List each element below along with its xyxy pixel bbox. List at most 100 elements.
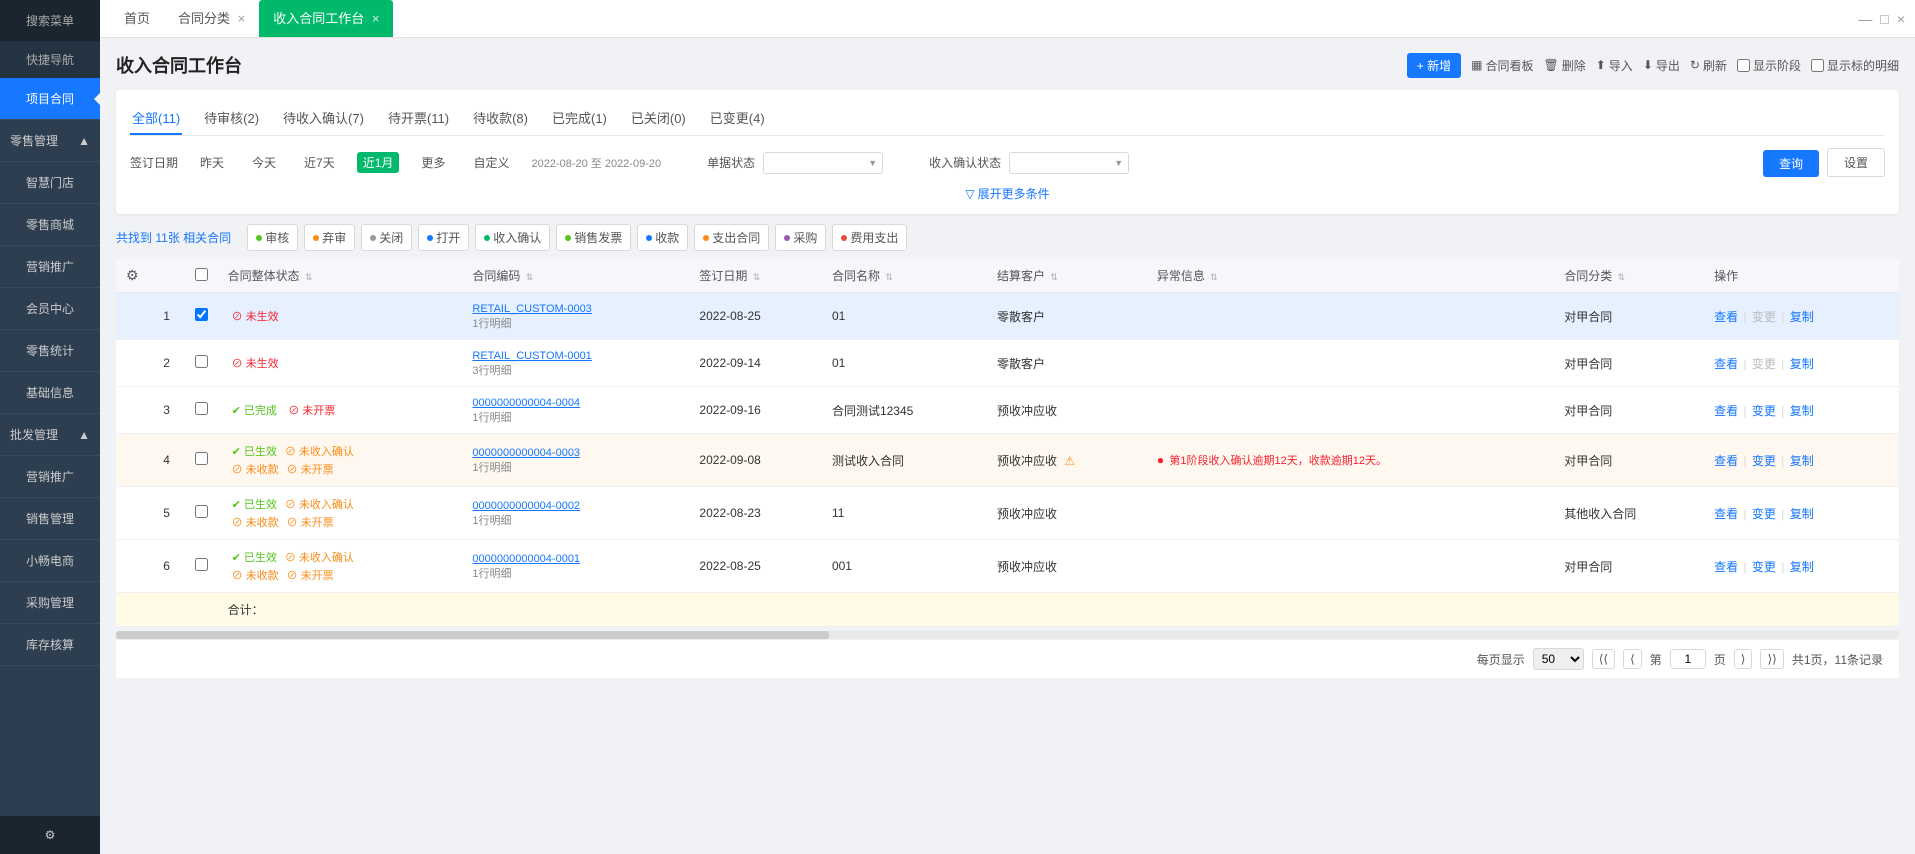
sidebar-settings[interactable]: ⚙	[0, 816, 100, 854]
sidebar-item-retail-mgmt[interactable]: 零售管理 ▲	[0, 120, 100, 162]
sort-contract-type[interactable]: ⇅	[1618, 272, 1626, 282]
sidebar-item-retail-mall[interactable]: 零售商城	[0, 204, 100, 246]
tab-income-workbench-close[interactable]: ×	[372, 11, 380, 26]
date-more[interactable]: 更多	[415, 152, 451, 173]
show-marked-checkbox[interactable]: 显示标的明细	[1811, 57, 1899, 74]
import-button[interactable]: ⬆ 导入	[1596, 57, 1633, 74]
date-today[interactable]: 今天	[246, 152, 282, 173]
sidebar-item-marketing[interactable]: 营销推广	[0, 246, 100, 288]
action-review[interactable]: 审核	[247, 224, 298, 251]
doc-status-select[interactable]	[763, 152, 883, 174]
row1-checkbox[interactable]	[195, 308, 208, 321]
row5-copy[interactable]: 复制	[1790, 507, 1814, 521]
tab-contract-cat[interactable]: 合同分类 ×	[164, 0, 259, 37]
action-close[interactable]: 关闭	[361, 224, 412, 251]
sort-exception-info[interactable]: ⇅	[1210, 272, 1218, 282]
sidebar-item-smart-store[interactable]: 智慧门店	[0, 162, 100, 204]
row4-code-link[interactable]: 0000000000004-0003	[472, 447, 580, 459]
row2-checkbox[interactable]	[195, 355, 208, 368]
row4-copy[interactable]: 复制	[1790, 454, 1814, 468]
show-stages-checkbox[interactable]: 显示阶段	[1737, 57, 1801, 74]
date-last1month[interactable]: 近1月	[357, 152, 400, 173]
sidebar-item-purchase[interactable]: 采购管理	[0, 582, 100, 624]
row6-copy[interactable]: 复制	[1790, 560, 1814, 574]
row3-change[interactable]: 变更	[1752, 404, 1776, 418]
row3-checkbox[interactable]	[195, 402, 208, 415]
sidebar-item-member[interactable]: 会员中心	[0, 288, 100, 330]
next-page-button[interactable]: ⟩	[1734, 649, 1753, 669]
status-tab-closed[interactable]: 已关闭(0)	[629, 102, 688, 135]
sidebar-item-stock[interactable]: 库存核算	[0, 624, 100, 666]
expand-more-conditions[interactable]: ▽ 展开更多条件	[965, 185, 1049, 202]
row3-code-link[interactable]: 0000000000004-0004	[472, 397, 580, 409]
row5-code-link[interactable]: 0000000000004-0002	[472, 500, 580, 512]
action-open[interactable]: 打开	[418, 224, 469, 251]
action-collect[interactable]: 收款	[637, 224, 688, 251]
status-tab-completed[interactable]: 已完成(1)	[550, 102, 609, 135]
status-tab-pending-invoice[interactable]: 待开票(11)	[386, 102, 451, 135]
status-tab-changed[interactable]: 已变更(4)	[708, 102, 767, 135]
row6-view[interactable]: 查看	[1714, 560, 1738, 574]
row6-code-link[interactable]: 0000000000004-0001	[472, 553, 580, 565]
tab-income-workbench[interactable]: 收入合同工作台 ×	[259, 0, 393, 37]
sidebar-item-retail-stats[interactable]: 零售统计	[0, 330, 100, 372]
delete-button[interactable]: 🗑 删除	[1543, 57, 1585, 74]
row5-view[interactable]: 查看	[1714, 507, 1738, 521]
sidebar-item-xiaochangec[interactable]: 小畅电商	[0, 540, 100, 582]
row5-checkbox[interactable]	[195, 505, 208, 518]
status-tab-all[interactable]: 全部(11)	[130, 102, 182, 135]
action-expense[interactable]: 费用支出	[832, 224, 907, 251]
row4-checkbox[interactable]	[195, 452, 208, 465]
sidebar-item-marketing2[interactable]: 营销推广	[0, 456, 100, 498]
sidebar-item-sales-mgmt[interactable]: 销售管理	[0, 498, 100, 540]
action-sales-invoice[interactable]: 销售发票	[556, 224, 631, 251]
export-button[interactable]: ⬇ 导出	[1643, 57, 1680, 74]
tab-home[interactable]: 首页	[110, 0, 164, 37]
gear-icon[interactable]: ⚙	[126, 267, 139, 283]
sidebar-item-project[interactable]: 项目合同	[0, 78, 100, 120]
query-button[interactable]: 查询	[1763, 150, 1819, 177]
row4-change[interactable]: 变更	[1752, 454, 1776, 468]
tab-contract-cat-close[interactable]: ×	[238, 11, 246, 26]
sort-sign-date[interactable]: ⇅	[753, 272, 761, 282]
action-abandon[interactable]: 弃审	[304, 224, 355, 251]
sort-overall-status[interactable]: ⇅	[305, 272, 313, 282]
action-out-contract[interactable]: 支出合同	[694, 224, 769, 251]
row1-copy[interactable]: 复制	[1790, 310, 1814, 324]
row3-view[interactable]: 查看	[1714, 404, 1738, 418]
sidebar-item-wholesale-mgmt[interactable]: 批发管理 ▲	[0, 414, 100, 456]
status-tab-pending-income[interactable]: 待收入确认(7)	[281, 102, 366, 135]
date-last7days[interactable]: 近7天	[298, 152, 341, 173]
sort-settlement-customer[interactable]: ⇅	[1050, 272, 1058, 282]
date-custom[interactable]: 自定义	[467, 152, 515, 173]
row6-checkbox[interactable]	[195, 558, 208, 571]
sort-contract-name[interactable]: ⇅	[885, 272, 893, 282]
row1-view[interactable]: 查看	[1714, 310, 1738, 324]
row1-code-link[interactable]: RETAIL_CUSTOM-0003	[472, 303, 591, 315]
sidebar-quick-nav[interactable]: 快捷导航	[0, 41, 100, 78]
first-page-button[interactable]: ⟨⟨	[1592, 649, 1615, 669]
maximize-icon[interactable]: □	[1880, 11, 1888, 27]
row6-change[interactable]: 变更	[1752, 560, 1776, 574]
row4-view[interactable]: 查看	[1714, 454, 1738, 468]
add-button[interactable]: + 新增	[1407, 53, 1461, 78]
scrollbar-thumb[interactable]	[116, 631, 829, 639]
select-all-checkbox[interactable]	[195, 268, 208, 281]
row2-code-link[interactable]: RETAIL_CUSTOM-0001	[472, 350, 591, 362]
minimize-icon[interactable]: —	[1858, 11, 1872, 27]
close-window-icon[interactable]: ×	[1897, 11, 1905, 27]
horizontal-scrollbar[interactable]	[116, 631, 1899, 639]
contract-board-button[interactable]: ▦ 合同看板	[1471, 57, 1533, 74]
last-page-button[interactable]: ⟩⟩	[1760, 649, 1783, 669]
page-number-input[interactable]	[1670, 649, 1706, 669]
sort-contract-code[interactable]: ⇅	[526, 272, 534, 282]
page-size-select[interactable]: 50 10 20 100	[1533, 648, 1584, 670]
status-tab-pending-review[interactable]: 待审核(2)	[202, 102, 261, 135]
prev-page-button[interactable]: ⟨	[1623, 649, 1642, 669]
sidebar-search[interactable]: 搜索菜单	[0, 0, 100, 41]
row5-change[interactable]: 变更	[1752, 507, 1776, 521]
row3-copy[interactable]: 复制	[1790, 404, 1814, 418]
filter-setting-button[interactable]: 设置	[1827, 148, 1885, 177]
row2-view[interactable]: 查看	[1714, 357, 1738, 371]
status-tab-pending-collection[interactable]: 待收款(8)	[471, 102, 530, 135]
